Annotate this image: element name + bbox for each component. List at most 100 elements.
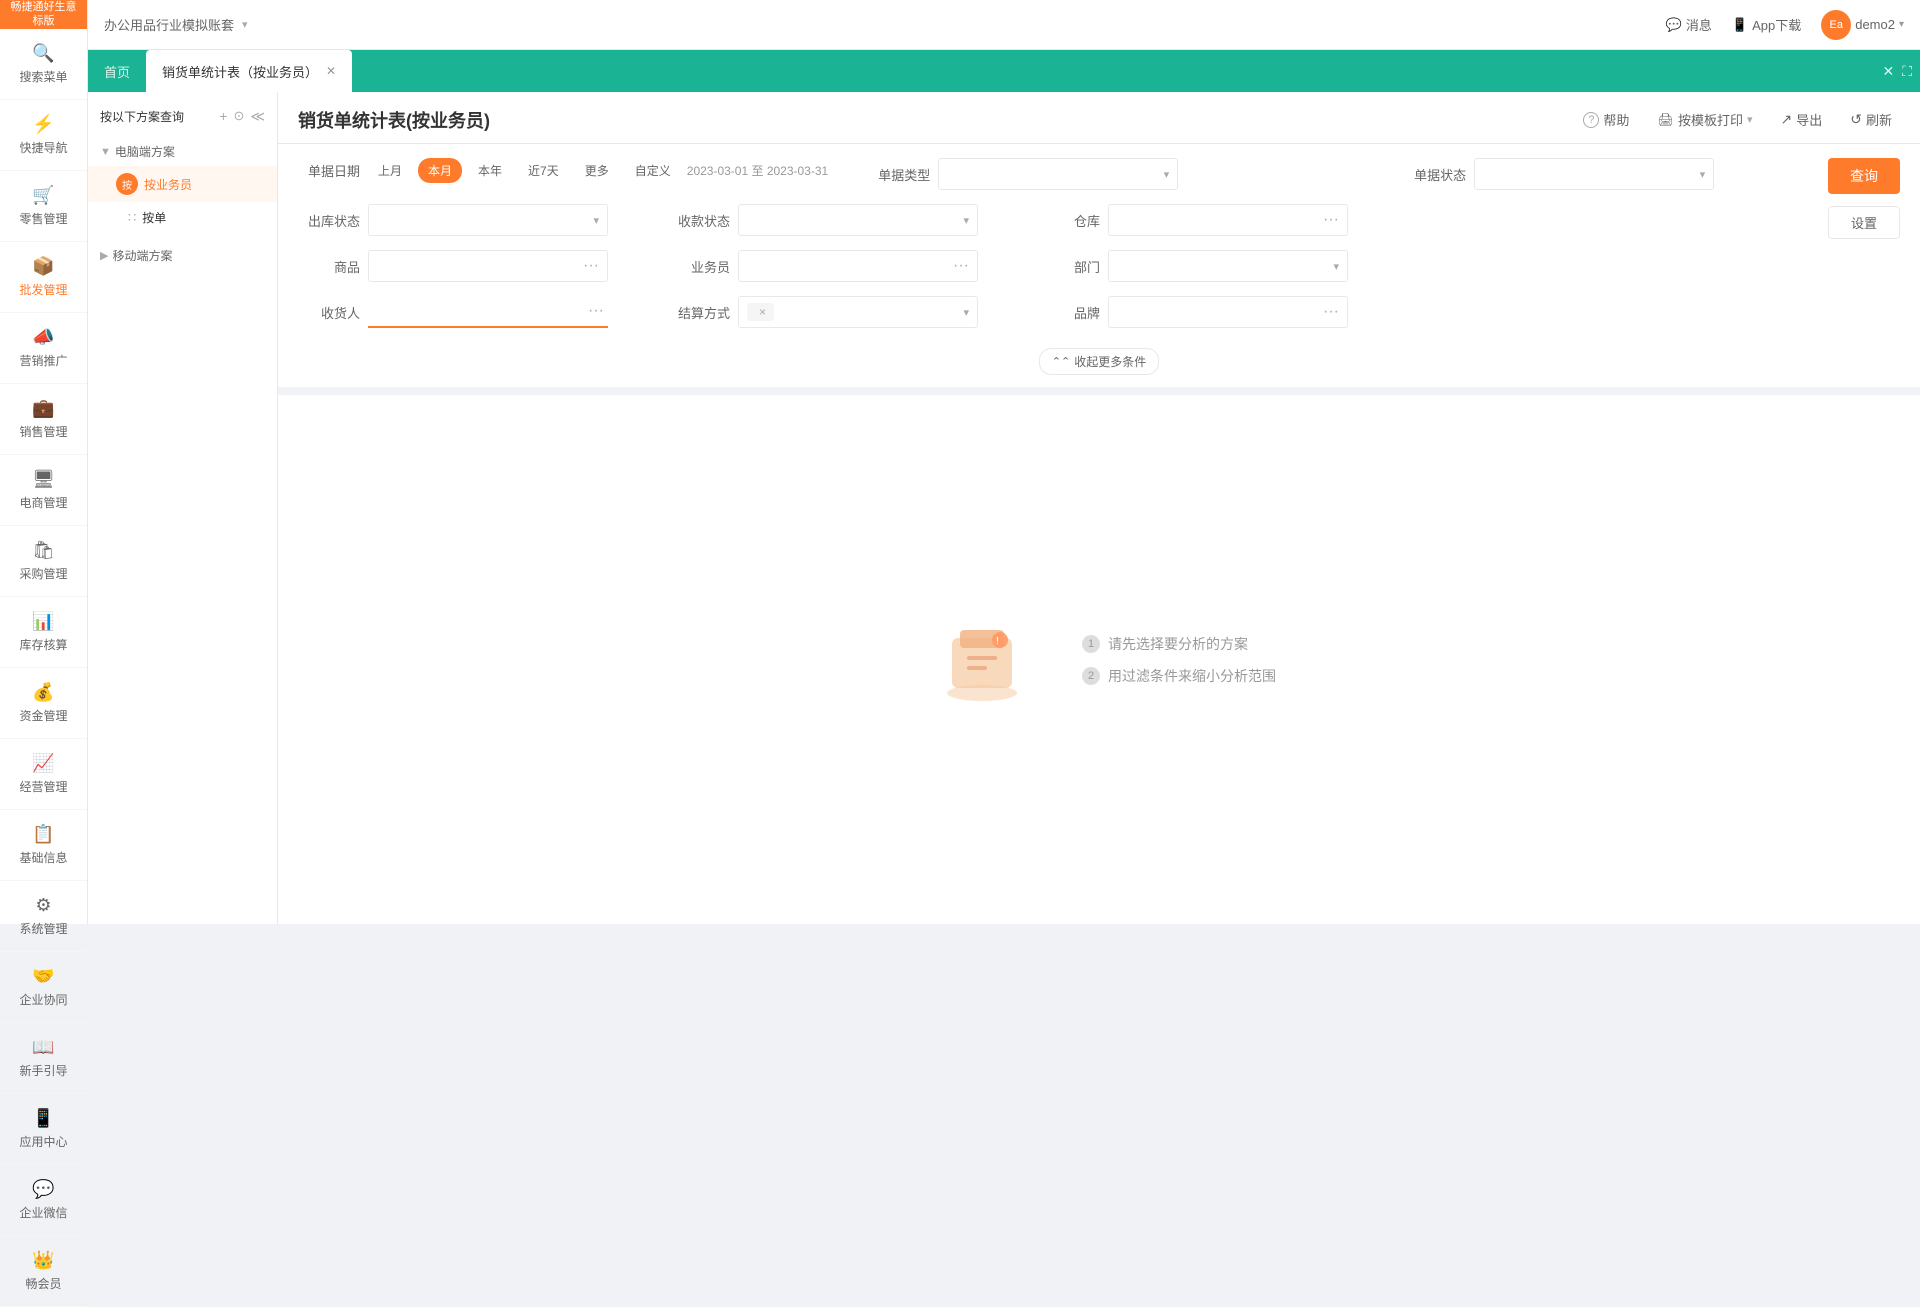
salesperson-label: 业务员	[668, 257, 738, 276]
user-profile[interactable]: Ea demo2 ▾	[1821, 10, 1904, 40]
basic-info-icon: 📋	[8, 824, 79, 845]
workspace-selector[interactable]: 办公用品行业模拟账套 ▾	[104, 15, 248, 34]
doc-status-dropdown-icon: ▾	[1700, 168, 1706, 181]
tab-close-icon[interactable]: ✕	[326, 64, 336, 78]
filter-section: 单据日期 上月 本月 本年 近7天 更多 自定义 2023-03-01 至 20…	[278, 144, 1920, 387]
edit-scheme-icon[interactable]: ⊙	[233, 108, 244, 125]
template-print-btn[interactable]: 🖨 按模板打印 ▾	[1649, 106, 1760, 133]
date-last-month-btn[interactable]: 上月	[368, 158, 412, 183]
brand-input[interactable]: ···	[1108, 296, 1348, 328]
payment-status-select[interactable]: ▾	[738, 204, 978, 236]
page-title: 销货单统计表(按业务员)	[298, 107, 490, 133]
content: 按以下方案查询 + ⊙ ≪ ▼ 电脑端方案 按 按业务员 ∷ 按	[88, 92, 1920, 924]
wholesale-icon: 📦	[8, 256, 79, 277]
tree-group-mobile: ▶ 移动端方案	[88, 237, 277, 274]
settlement-tag-close-icon[interactable]: ×	[759, 305, 766, 319]
profile-dropdown-icon: ▾	[1899, 19, 1904, 30]
search-icon: 🔍	[8, 43, 79, 64]
settings-btn[interactable]: 设置	[1828, 206, 1900, 239]
sidebar-item-member[interactable]: 👑 畅会员	[0, 1236, 87, 1307]
workspace-title: 办公用品行业模拟账套	[104, 15, 234, 34]
tree-group-desktop: ▼ 电脑端方案 按 按业务员 ∷ 按单	[88, 133, 277, 237]
purchase-icon: 🛍	[8, 540, 79, 561]
sidebar-item-marketing[interactable]: 📣 营销推广	[0, 313, 87, 384]
sidebar-item-purchase[interactable]: 🛍 采购管理	[0, 526, 87, 597]
brand-dots-icon[interactable]: ···	[1323, 303, 1339, 321]
topbar-right: 💬 消息 📱 App下载 Ea demo2 ▾	[1666, 10, 1904, 40]
out-status-select[interactable]: ▾	[368, 204, 608, 236]
export-btn[interactable]: ↗ 导出	[1773, 106, 1831, 133]
sidebar-item-quick-nav[interactable]: ⚡ 快捷导航	[0, 100, 87, 171]
finance-icon: 💰	[8, 682, 79, 703]
sidebar-item-operations[interactable]: 📈 经营管理	[0, 739, 87, 810]
warehouse-dots-icon[interactable]: ···	[1323, 211, 1339, 229]
sidebar-item-new-guide[interactable]: 📖 新手引导	[0, 1023, 87, 1094]
date-last-7days-btn[interactable]: 近7天	[518, 158, 569, 183]
tree-group-desktop-title[interactable]: ▼ 电脑端方案	[88, 137, 277, 166]
sidebar-item-enterprise[interactable]: 🤝 企业协同	[0, 952, 87, 1023]
close-window-icon[interactable]: ✕	[1882, 63, 1894, 80]
goods-input[interactable]: ···	[368, 250, 608, 282]
left-panel-header: 按以下方案查询 + ⊙ ≪	[88, 100, 277, 133]
date-this-month-btn[interactable]: 本月	[418, 158, 462, 183]
app-download-btn[interactable]: 📱 App下载	[1732, 15, 1801, 34]
tree-group-mobile-title[interactable]: ▶ 移动端方案	[88, 241, 277, 270]
tree-item-by-order[interactable]: ∷ 按单	[88, 202, 277, 233]
settlement-tag: ×	[747, 303, 774, 321]
settlement-select[interactable]: × ▾	[738, 296, 978, 328]
goods-label: 商品	[298, 257, 368, 276]
doc-status-select[interactable]: ▾	[1474, 158, 1714, 190]
doc-type-select[interactable]: ▾	[938, 158, 1178, 190]
consignee-input[interactable]: ···	[368, 296, 608, 328]
refresh-btn[interactable]: ↺ 刷新	[1842, 106, 1900, 133]
date-this-year-btn[interactable]: 本年	[468, 158, 512, 183]
goods-dots-icon[interactable]: ···	[583, 257, 599, 275]
logo-text: 畅捷通好生意 标版	[11, 0, 77, 29]
department-label: 部门	[1038, 257, 1108, 276]
sidebar-item-sales[interactable]: 💼 销售管理	[0, 384, 87, 455]
salesperson-input[interactable]: ···	[738, 250, 978, 282]
sidebar-item-inventory[interactable]: 📊 库存核算	[0, 597, 87, 668]
sidebar-item-basic-info[interactable]: 📋 基础信息	[0, 810, 87, 881]
out-status-label: 出库状态	[298, 211, 368, 230]
maximize-window-icon[interactable]: ⛶	[1902, 63, 1912, 80]
member-icon: 👑	[8, 1250, 79, 1271]
date-label: 单据日期	[298, 161, 368, 180]
sidebar-item-wechat[interactable]: 💬 企业微信	[0, 1165, 87, 1236]
warehouse-input[interactable]: ···	[1108, 204, 1348, 236]
doc-type-dropdown-icon: ▾	[1164, 168, 1170, 181]
retail-icon: 🛒	[8, 185, 79, 206]
window-controls: ✕ ⛶	[1882, 63, 1912, 80]
quick-nav-icon: ⚡	[8, 114, 79, 135]
sidebar-item-wholesale[interactable]: 📦 批发管理	[0, 242, 87, 313]
empty-state: ! 1 请先选择要分析的方案 2 用过滤条件来缩小分析范围	[278, 395, 1920, 924]
tabbar: 首页 销货单统计表（按业务员） ✕ ✕ ⛶	[88, 50, 1920, 92]
message-icon: 💬	[1666, 17, 1682, 33]
collapse-up-icon: ⌃⌃	[1052, 355, 1070, 368]
sidebar-item-retail[interactable]: 🛒 零售管理	[0, 171, 87, 242]
add-scheme-icon[interactable]: +	[219, 108, 227, 125]
help-btn[interactable]: ? 帮助	[1575, 106, 1637, 133]
download-icon: 📱	[1732, 17, 1748, 33]
message-btn[interactable]: 💬 消息	[1666, 15, 1712, 34]
date-more-btn[interactable]: 更多	[575, 158, 619, 183]
sidebar-item-ecommerce[interactable]: 🖥 电商管理	[0, 455, 87, 526]
tab-sales-stat[interactable]: 销货单统计表（按业务员） ✕	[146, 50, 352, 92]
date-custom-btn[interactable]: 自定义	[625, 158, 681, 183]
consignee-dots-icon[interactable]: ···	[588, 302, 604, 320]
tree-item-salesperson[interactable]: 按 按业务员	[88, 166, 277, 202]
settlement-label: 结算方式	[668, 303, 738, 322]
department-select[interactable]: ▾	[1108, 250, 1348, 282]
sidebar-item-finance[interactable]: 💰 资金管理	[0, 668, 87, 739]
collapse-panel-icon[interactable]: ≪	[250, 108, 265, 125]
sidebar-item-sys-admin[interactable]: ⚙ 系统管理	[0, 881, 87, 952]
collapse-more-btn[interactable]: ⌃⌃ 收起更多条件	[1039, 348, 1159, 375]
sidebar-item-app-center[interactable]: 📱 应用中心	[0, 1094, 87, 1165]
salesperson-dots-icon[interactable]: ···	[953, 257, 969, 275]
query-btn[interactable]: 查询	[1828, 158, 1900, 194]
logo[interactable]: 畅捷通好生意 标版	[0, 0, 87, 29]
tab-home[interactable]: 首页	[88, 50, 146, 92]
topbar: 办公用品行业模拟账套 ▾ 💬 消息 📱 App下载 Ea demo2 ▾	[88, 0, 1920, 50]
wechat-icon: 💬	[8, 1179, 79, 1200]
sidebar-item-search[interactable]: 🔍 搜索菜单	[0, 29, 87, 100]
